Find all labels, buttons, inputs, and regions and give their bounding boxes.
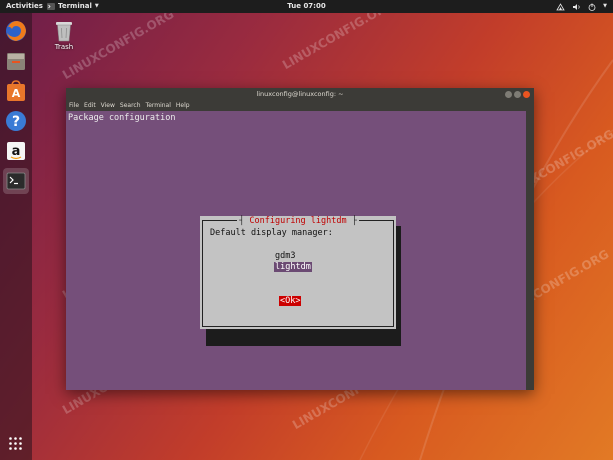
dock-help[interactable]: ? xyxy=(3,108,29,134)
software-center-icon: A xyxy=(7,80,25,101)
trash-label: Trash xyxy=(54,43,74,51)
ok-button[interactable]: <Ok> xyxy=(279,296,302,306)
window-controls xyxy=(505,91,530,98)
svg-text:A: A xyxy=(12,87,21,100)
package-configuration-header: Package configuration xyxy=(68,113,176,123)
desktop-trash[interactable]: Trash xyxy=(50,20,78,51)
trash-icon xyxy=(56,22,72,42)
minimize-button[interactable] xyxy=(505,91,512,98)
system-status-area[interactable]: ▼ xyxy=(556,0,607,13)
window-title: linuxconfig@linuxconfig: ~ xyxy=(256,90,344,98)
dialog-title: Configuring lightdm xyxy=(200,215,396,226)
dock-firefox[interactable] xyxy=(3,18,29,44)
menu-view[interactable]: View xyxy=(101,101,115,111)
menu-terminal[interactable]: Terminal xyxy=(146,101,171,111)
dock-software[interactable]: A xyxy=(3,78,29,104)
dialog-prompt: Default display manager: xyxy=(210,228,333,238)
terminal-scrollbar[interactable] xyxy=(526,111,534,390)
power-icon xyxy=(588,3,596,11)
terminal-menubar: File Edit View Search Terminal Help xyxy=(66,101,534,111)
svg-text:?: ? xyxy=(12,114,20,130)
dock: A ? a xyxy=(0,13,32,460)
volume-icon xyxy=(573,3,580,10)
dock-amazon[interactable]: a xyxy=(3,138,29,164)
dock-files[interactable] xyxy=(3,48,29,74)
terminal-icon xyxy=(6,172,26,190)
menu-help[interactable]: Help xyxy=(176,101,190,111)
firefox-icon xyxy=(6,21,26,41)
top-bar: Activities Terminal ▼ Tue 07:00 ▼ xyxy=(0,0,613,13)
help-icon: ? xyxy=(6,111,26,131)
show-applications-icon[interactable] xyxy=(8,436,23,451)
amazon-icon: a xyxy=(7,142,25,160)
close-button[interactable] xyxy=(523,91,530,98)
chevron-down-icon: ▼ xyxy=(603,3,607,9)
clock[interactable]: Tue 07:00 xyxy=(0,0,613,13)
maximize-button[interactable] xyxy=(514,91,521,98)
menu-file[interactable]: File xyxy=(69,101,79,111)
option-gdm3[interactable]: gdm3 xyxy=(274,251,296,261)
option-lightdm[interactable]: lightdm xyxy=(274,262,312,272)
menu-edit[interactable]: Edit xyxy=(84,101,96,111)
network-icon xyxy=(556,2,565,10)
files-icon xyxy=(7,53,25,70)
debconf-dialog: Configuring lightdm Default display mana… xyxy=(200,215,396,329)
menu-search[interactable]: Search xyxy=(120,101,141,111)
terminal-body[interactable]: Package configuration Configuring lightd… xyxy=(66,111,526,390)
dialog-title-text: Configuring lightdm xyxy=(237,215,359,226)
svg-text:a: a xyxy=(12,144,21,159)
dock-terminal[interactable] xyxy=(3,168,29,194)
terminal-window[interactable]: linuxconfig@linuxconfig: ~ File Edit Vie… xyxy=(66,88,534,390)
terminal-titlebar[interactable]: linuxconfig@linuxconfig: ~ xyxy=(66,88,534,101)
